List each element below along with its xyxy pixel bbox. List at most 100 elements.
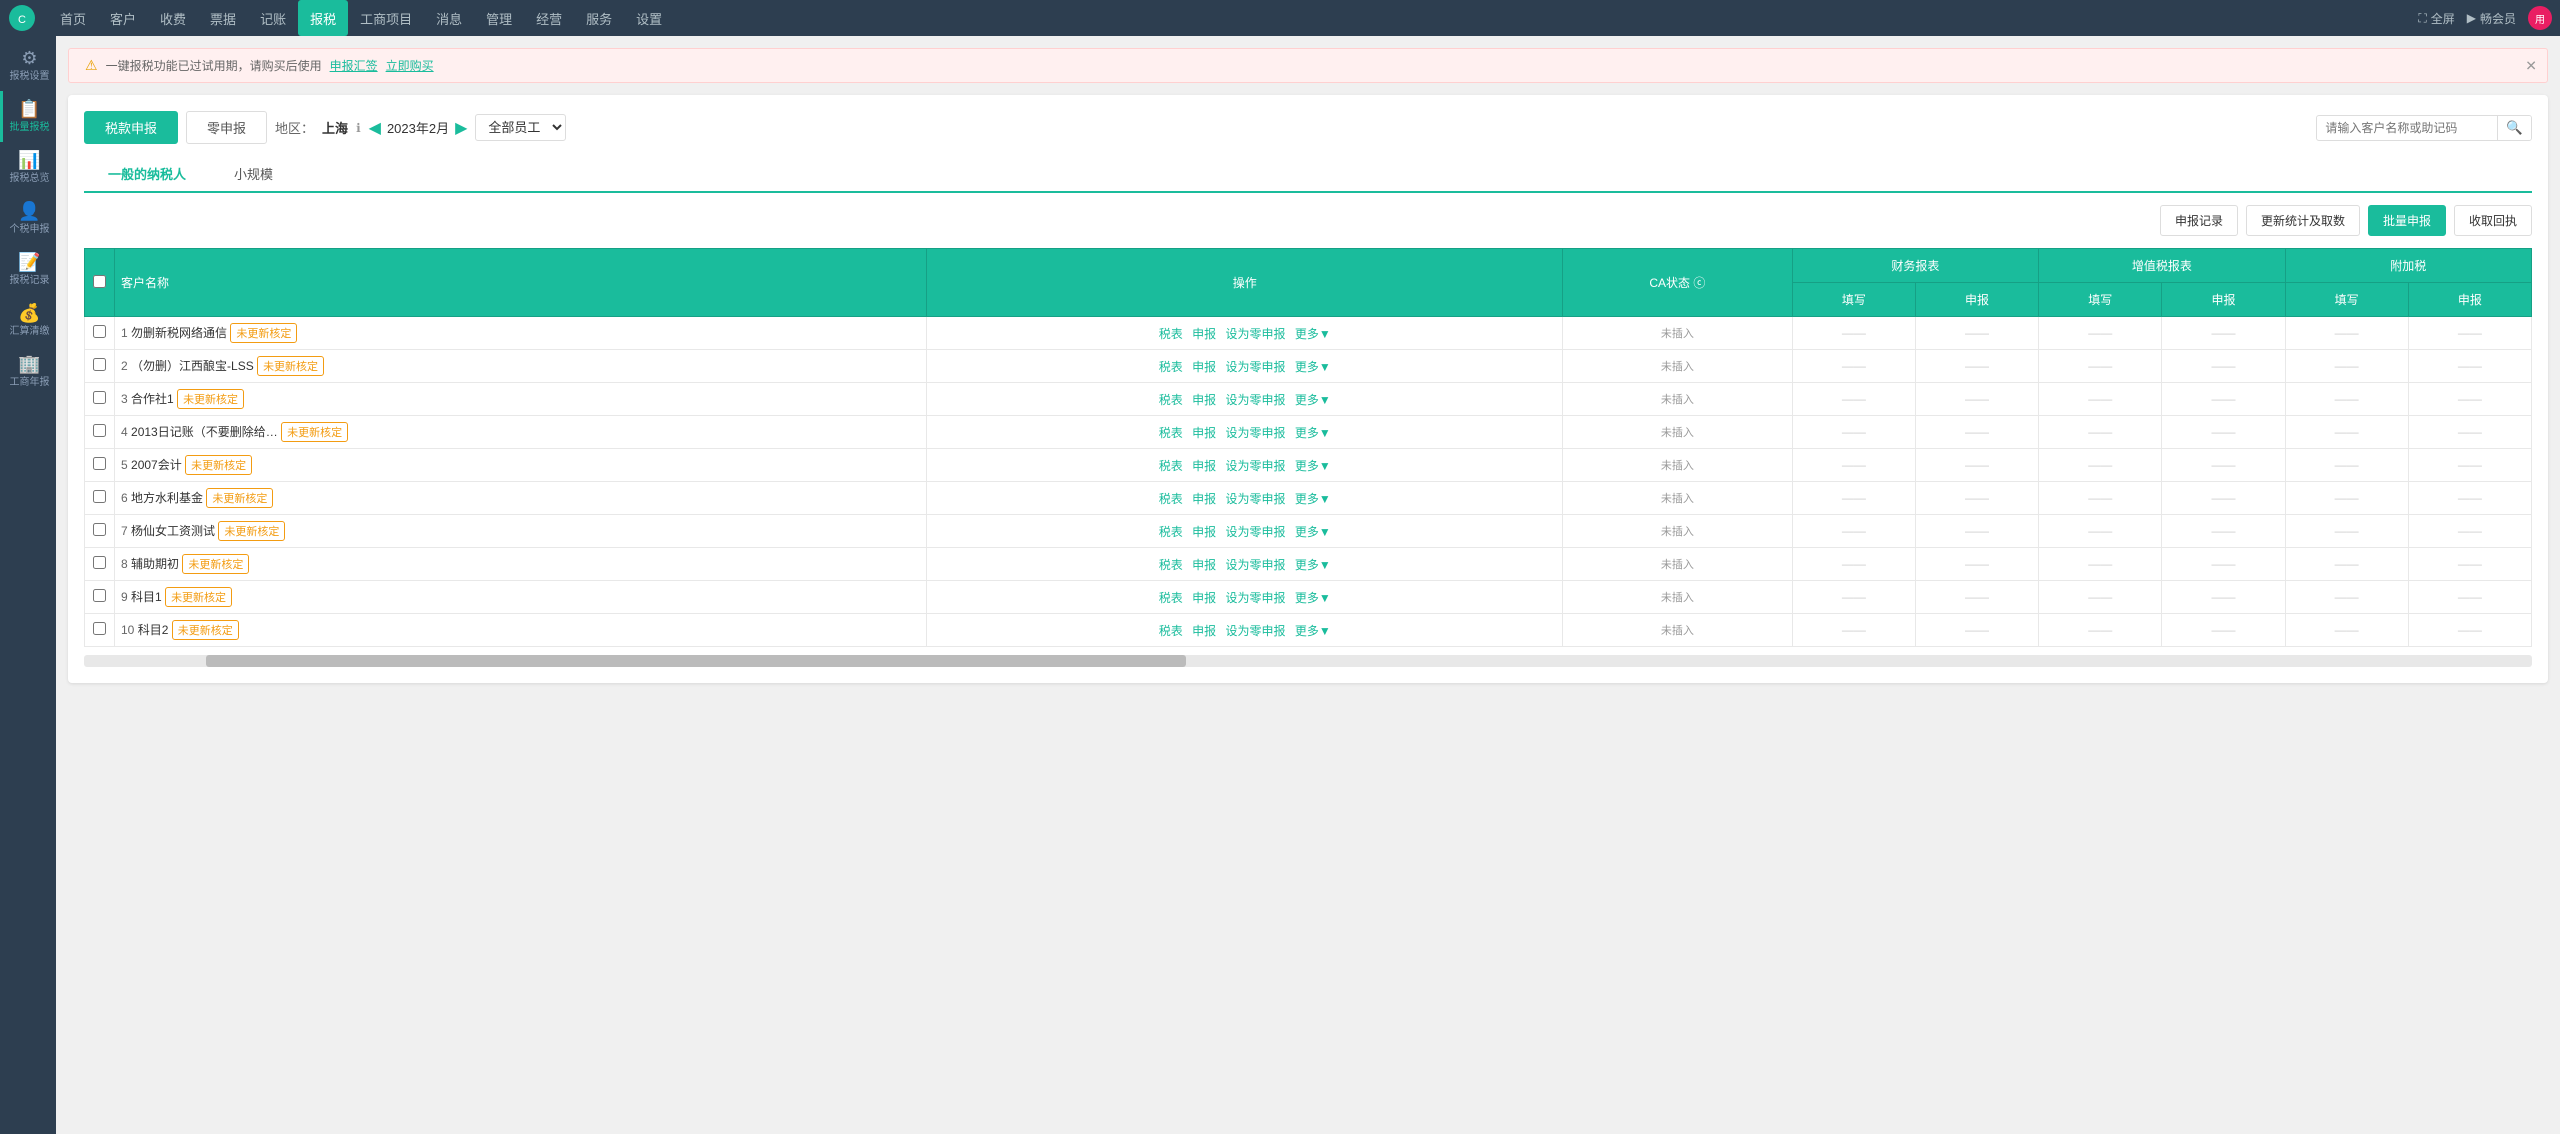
row-checkbox-5[interactable] (93, 490, 106, 503)
op-more-3[interactable]: 更多▼ (1295, 426, 1331, 440)
op-more-8[interactable]: 更多▼ (1295, 591, 1331, 605)
op-more-9[interactable]: 更多▼ (1295, 624, 1331, 638)
op-tax-table-6[interactable]: 税表 (1159, 525, 1183, 539)
op-zero-declare-2[interactable]: 设为零申报 (1225, 393, 1285, 407)
op-more-4[interactable]: 更多▼ (1295, 459, 1331, 473)
op-tax-table-9[interactable]: 税表 (1159, 624, 1183, 638)
op-more-5[interactable]: 更多▼ (1295, 492, 1331, 506)
nav-tax[interactable]: 报税 (298, 0, 348, 36)
employee-filter-select[interactable]: 全部员工 (475, 114, 566, 141)
user-avatar[interactable]: 用 (2528, 6, 2552, 30)
row-checkbox-1[interactable] (93, 358, 106, 371)
nav-operation[interactable]: 经营 (524, 0, 574, 36)
sidebar-item-tax-records[interactable]: 📝 报税记录 (0, 244, 56, 295)
search-button[interactable]: 🔍 (2497, 116, 2531, 140)
op-tax-table-0[interactable]: 税表 (1159, 327, 1183, 341)
op-declare-2[interactable]: 申报 (1192, 393, 1216, 407)
op-zero-declare-6[interactable]: 设为零申报 (1225, 525, 1285, 539)
sidebar-label-industry-report: 工商年报 (10, 377, 50, 389)
op-declare-7[interactable]: 申报 (1192, 558, 1216, 572)
search-input[interactable] (2317, 117, 2497, 139)
notice-link2[interactable]: 立即购买 (386, 57, 434, 74)
row-checkbox-6[interactable] (93, 523, 106, 536)
row-checkbox-2[interactable] (93, 391, 106, 404)
nav-home[interactable]: 首页 (48, 0, 98, 36)
sub-tab-general[interactable]: 一般的纳税人 (84, 156, 210, 193)
op-tax-table-1[interactable]: 税表 (1159, 360, 1183, 374)
op-declare-9[interactable]: 申报 (1192, 624, 1216, 638)
nav-accounting[interactable]: 记账 (248, 0, 298, 36)
sub-tab-small-scale[interactable]: 小规模 (210, 156, 297, 193)
op-zero-declare-4[interactable]: 设为零申报 (1225, 459, 1285, 473)
row-checkbox-3[interactable] (93, 424, 106, 437)
nav-fee[interactable]: 收费 (148, 0, 198, 36)
date-next-button[interactable]: ▶ (455, 118, 467, 138)
sidebar-item-personal-tax[interactable]: 👤 个税申报 (0, 193, 56, 244)
op-zero-declare-9[interactable]: 设为零申报 (1225, 624, 1285, 638)
notice-link1[interactable]: 申报汇签 (330, 57, 378, 74)
horizontal-scrollbar[interactable] (84, 655, 2532, 667)
date-prev-button[interactable]: ◀ (369, 118, 381, 138)
fin-declare-dash-2: —— (1965, 392, 1989, 406)
row-checkbox-7[interactable] (93, 556, 106, 569)
op-more-6[interactable]: 更多▼ (1295, 525, 1331, 539)
member-btn[interactable]: ▶ 畅会员 (2467, 10, 2516, 27)
op-declare-8[interactable]: 申报 (1192, 591, 1216, 605)
op-zero-declare-3[interactable]: 设为零申报 (1225, 426, 1285, 440)
op-zero-declare-1[interactable]: 设为零申报 (1225, 360, 1285, 374)
op-tax-table-5[interactable]: 税表 (1159, 492, 1183, 506)
sidebar-item-tax-overview[interactable]: 📊 报税总览 (0, 142, 56, 193)
tax-declare-cell-7: —— (2162, 548, 2285, 581)
op-declare-5[interactable]: 申报 (1192, 492, 1216, 506)
op-more-1[interactable]: 更多▼ (1295, 360, 1331, 374)
batch-declare-button[interactable]: 批量申报 (2368, 205, 2446, 236)
row-checkbox-4[interactable] (93, 457, 106, 470)
op-tax-table-2[interactable]: 税表 (1159, 393, 1183, 407)
sidebar-item-industry-report[interactable]: 🏢 工商年报 (0, 346, 56, 397)
tax-declare-cell-0: —— (2162, 317, 2285, 350)
op-declare-0[interactable]: 申报 (1192, 327, 1216, 341)
op-zero-declare-8[interactable]: 设为零申报 (1225, 591, 1285, 605)
sidebar-item-batch-tax[interactable]: 📋 批量报税 (0, 91, 56, 142)
row-checkbox-0[interactable] (93, 325, 106, 338)
op-more-7[interactable]: 更多▼ (1295, 558, 1331, 572)
op-more-0[interactable]: 更多▼ (1295, 327, 1331, 341)
sidebar-item-settlement[interactable]: 💰 汇算清缴 (0, 295, 56, 346)
op-tax-table-3[interactable]: 税表 (1159, 426, 1183, 440)
op-tax-table-7[interactable]: 税表 (1159, 558, 1183, 572)
declare-records-button[interactable]: 申报记录 (2160, 205, 2238, 236)
nav-business[interactable]: 工商项目 (348, 0, 424, 36)
select-all-checkbox[interactable] (93, 275, 106, 288)
row-checkbox-9[interactable] (93, 622, 106, 635)
sidebar-item-tax-settings[interactable]: ⚙ 报税设置 (0, 40, 56, 91)
tab-zero-declaration[interactable]: 零申报 (186, 111, 267, 144)
op-declare-1[interactable]: 申报 (1192, 360, 1216, 374)
op-zero-declare-7[interactable]: 设为零申报 (1225, 558, 1285, 572)
nav-invoice[interactable]: 票据 (198, 0, 248, 36)
add-fill-cell-7: —— (2285, 548, 2408, 581)
nav-messages[interactable]: 消息 (424, 0, 474, 36)
op-declare-4[interactable]: 申报 (1192, 459, 1216, 473)
op-declare-3[interactable]: 申报 (1192, 426, 1216, 440)
region-info-icon[interactable]: ℹ (356, 121, 361, 135)
fin-fill-dash-7: —— (1842, 557, 1866, 571)
fullscreen-btn[interactable]: ⛶ 全屏 (2418, 10, 2454, 27)
op-declare-6[interactable]: 申报 (1192, 525, 1216, 539)
op-zero-declare-5[interactable]: 设为零申报 (1225, 492, 1285, 506)
row-checkbox-8[interactable] (93, 589, 106, 602)
nav-manage[interactable]: 管理 (474, 0, 524, 36)
op-zero-declare-0[interactable]: 设为零申报 (1225, 327, 1285, 341)
op-tax-table-8[interactable]: 税表 (1159, 591, 1183, 605)
app-logo[interactable]: C (8, 4, 36, 32)
update-stats-button[interactable]: 更新统计及取数 (2246, 205, 2360, 236)
op-more-2[interactable]: 更多▼ (1295, 393, 1331, 407)
sub-tabs: 一般的纳税人 小规模 (84, 156, 2532, 193)
tab-tax-declaration[interactable]: 税款申报 (84, 111, 178, 144)
add-fill-header: 填写 (2285, 283, 2408, 317)
op-tax-table-4[interactable]: 税表 (1159, 459, 1183, 473)
withdraw-button[interactable]: 收取回执 (2454, 205, 2532, 236)
nav-client[interactable]: 客户 (98, 0, 148, 36)
nav-service[interactable]: 服务 (574, 0, 624, 36)
notice-close-button[interactable]: ✕ (2525, 57, 2537, 74)
nav-settings[interactable]: 设置 (624, 0, 674, 36)
